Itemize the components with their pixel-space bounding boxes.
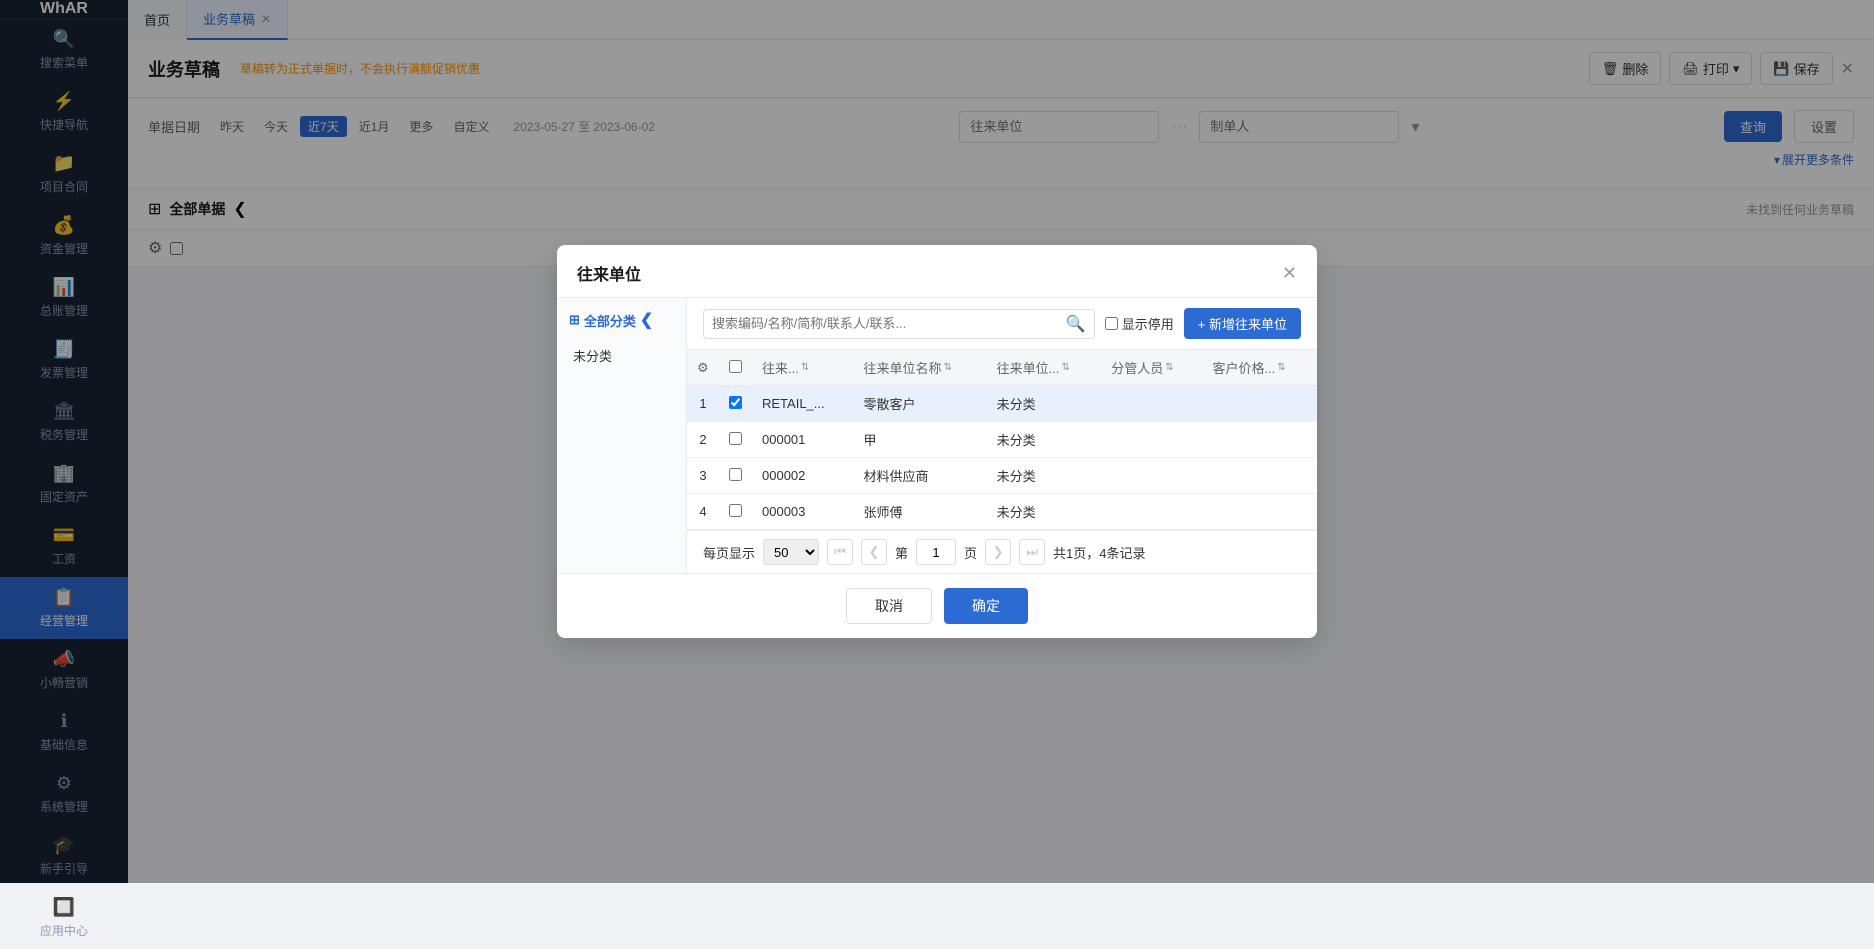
dialog-search-input[interactable] (712, 316, 1062, 331)
page-size-label: 每页显示 (703, 543, 755, 562)
uncategorized-label: 未分类 (573, 349, 612, 364)
th-price-label: 客户价格... (1212, 358, 1275, 377)
row-num: 3 (687, 458, 719, 494)
dialog-main: 🔍 显示停用 + 新增往来单位 ⚙ (687, 298, 1317, 573)
add-partner-button[interactable]: + 新增往来单位 (1184, 308, 1301, 339)
partner-dialog: 往来单位 ✕ ⊞ 全部分类 ❮ 未分类 (557, 245, 1317, 638)
th-price: 客户价格... ⇅ (1202, 350, 1317, 386)
add-partner-label: + 新增往来单位 (1198, 317, 1287, 332)
th-name: 往来单位名称 ⇅ (854, 350, 987, 386)
cancel-button[interactable]: 取消 (846, 588, 932, 624)
row-checkbox-cell[interactable] (719, 494, 752, 530)
sidebar-item-label: 应用中心 (40, 922, 88, 939)
table-row[interactable]: 4 000003 张师傅 未分类 (687, 494, 1317, 530)
row-manager (1101, 494, 1202, 530)
dialog-pagination: 每页显示 50 20 100 ⏮ ❮ 第 页 ❯ ⏭ 共1页，4条记录 (687, 530, 1317, 573)
row-num: 1 (687, 386, 719, 422)
row-price (1202, 422, 1317, 458)
row-code: 000001 (752, 422, 854, 458)
dialog-table: ⚙ 往来... ⇅ 往来单位名 (687, 350, 1317, 530)
row-checkbox-cell[interactable] (719, 458, 752, 494)
row-name: 张师傅 (854, 494, 987, 530)
row-checkbox[interactable] (729, 396, 742, 409)
th-name-label: 往来单位名称 (864, 358, 942, 377)
page-label-suffix: 页 (964, 543, 977, 562)
dialog-search-box[interactable]: 🔍 (703, 309, 1095, 339)
row-num: 4 (687, 494, 719, 530)
th-settings: ⚙ (687, 350, 719, 386)
dialog-title: 往来单位 (577, 261, 641, 285)
th-checkbox (719, 350, 752, 386)
page-number-input[interactable] (916, 539, 956, 565)
th-code-label: 往来... (762, 358, 799, 377)
modal-overlay[interactable]: 往来单位 ✕ ⊞ 全部分类 ❮ 未分类 (0, 0, 1874, 883)
sidebar-item-apps[interactable]: 🔲 应用中心 (0, 887, 128, 949)
dialog-search-icon: 🔍 (1066, 314, 1086, 334)
show-disabled-checkbox[interactable] (1105, 317, 1118, 330)
th-manager: 分管人员 ⇅ (1101, 350, 1202, 386)
row-price (1202, 494, 1317, 530)
row-price (1202, 386, 1317, 422)
sort-icon: ⇅ (944, 362, 952, 373)
row-category: 未分类 (987, 386, 1102, 422)
dialog-toolbar: 🔍 显示停用 + 新增往来单位 (687, 298, 1317, 350)
sort-icon: ⇅ (1277, 362, 1285, 373)
dialog-close-icon[interactable]: ✕ (1282, 264, 1297, 282)
dialog-sidebar-title: ⊞ 全部分类 ❮ (557, 310, 686, 338)
table-row[interactable]: 2 000001 甲 未分类 (687, 422, 1317, 458)
row-category: 未分类 (987, 422, 1102, 458)
row-checkbox[interactable] (729, 504, 742, 517)
sort-icon: ⇅ (1062, 362, 1070, 373)
row-category: 未分类 (987, 458, 1102, 494)
row-manager (1101, 386, 1202, 422)
row-checkbox[interactable] (729, 468, 742, 481)
row-code: 000002 (752, 458, 854, 494)
row-manager (1101, 422, 1202, 458)
prev-page-btn[interactable]: ❮ (861, 539, 887, 565)
page-size-select[interactable]: 50 20 100 (763, 539, 819, 565)
confirm-button[interactable]: 确定 (944, 588, 1028, 624)
row-price (1202, 458, 1317, 494)
confirm-label: 确定 (972, 598, 1000, 614)
dialog-header: 往来单位 ✕ (557, 245, 1317, 298)
row-checkbox[interactable] (729, 432, 742, 445)
sort-icon: ⇅ (801, 362, 809, 373)
dialog-table-wrap: ⚙ 往来... ⇅ 往来单位名 (687, 350, 1317, 530)
th-code: 往来... ⇅ (752, 350, 854, 386)
row-code: RETAIL_... (752, 386, 854, 422)
page-label-prefix: 第 (895, 543, 908, 562)
table-select-all[interactable] (729, 360, 742, 373)
row-name: 零散客户 (854, 386, 987, 422)
row-category: 未分类 (987, 494, 1102, 530)
apps-icon: 🔲 (53, 897, 75, 918)
sort-icon: ⇅ (1165, 362, 1173, 373)
th-category: 往来单位... ⇅ (987, 350, 1102, 386)
next-page-btn[interactable]: ❯ (985, 539, 1011, 565)
dialog-body: ⊞ 全部分类 ❮ 未分类 🔍 显示停用 (557, 298, 1317, 573)
show-disabled-text: 显示停用 (1122, 314, 1174, 333)
table-row[interactable]: 1 RETAIL_... 零散客户 未分类 (687, 386, 1317, 422)
collapse-icon[interactable]: ❮ (640, 310, 653, 330)
row-checkbox-cell[interactable] (719, 422, 752, 458)
row-num: 2 (687, 422, 719, 458)
th-manager-label: 分管人员 (1111, 358, 1163, 377)
dialog-footer: 取消 确定 (557, 573, 1317, 638)
last-page-btn[interactable]: ⏭ (1019, 539, 1045, 565)
total-label: 共1页，4条记录 (1053, 543, 1145, 562)
row-checkbox-cell[interactable] (719, 386, 752, 422)
show-disabled-label[interactable]: 显示停用 (1105, 314, 1174, 333)
cancel-label: 取消 (875, 598, 903, 614)
grid-icon: ⊞ (569, 312, 580, 328)
row-manager (1101, 458, 1202, 494)
th-category-label: 往来单位... (997, 358, 1060, 377)
first-page-btn[interactable]: ⏮ (827, 539, 853, 565)
dialog-sidebar-title-text: 全部分类 (584, 311, 636, 330)
table-row[interactable]: 3 000002 材料供应商 未分类 (687, 458, 1317, 494)
row-code: 000003 (752, 494, 854, 530)
dialog-sidebar-item-uncategorized[interactable]: 未分类 (557, 338, 686, 373)
dialog-sidebar: ⊞ 全部分类 ❮ 未分类 (557, 298, 687, 573)
row-name: 材料供应商 (854, 458, 987, 494)
row-name: 甲 (854, 422, 987, 458)
